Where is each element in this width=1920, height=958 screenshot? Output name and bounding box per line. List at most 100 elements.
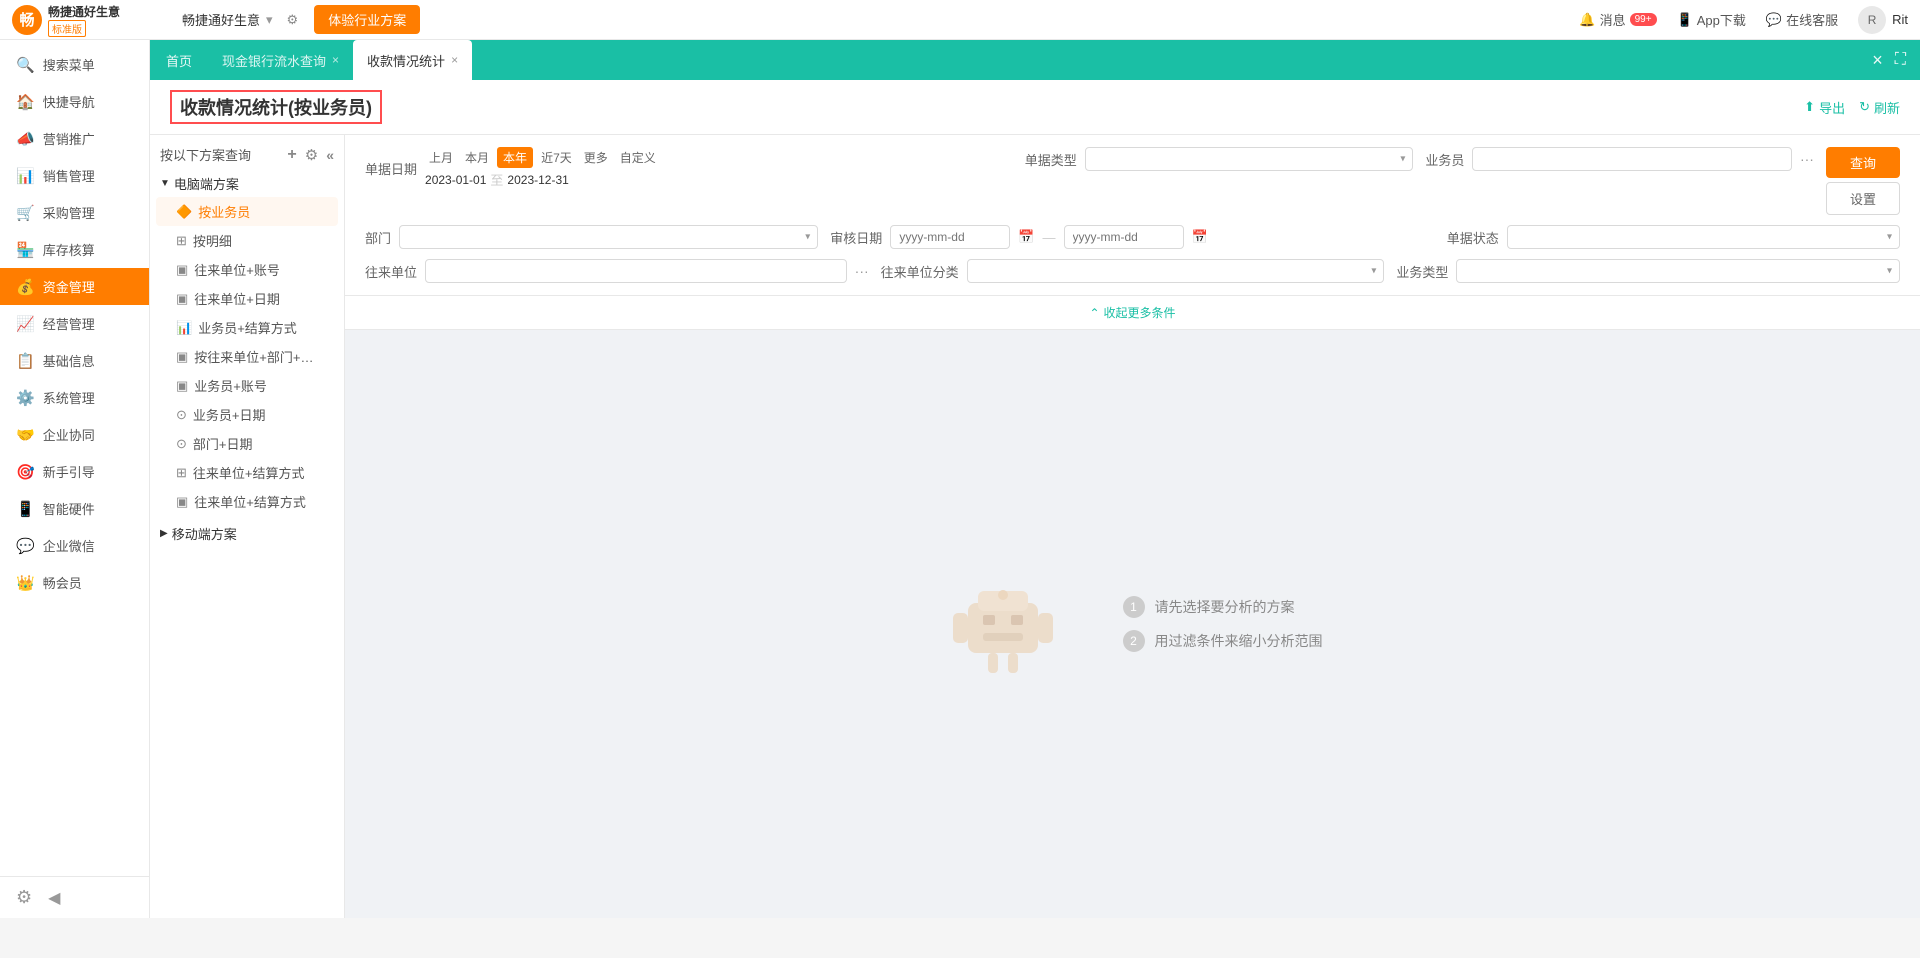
sidebar-item-hardware[interactable]: 📱 智能硬件 [0, 490, 149, 527]
scheme-group-mobile-header[interactable]: ▶ 移动端方案 [156, 520, 338, 547]
date-tab-custom[interactable]: 自定义 [616, 147, 660, 168]
doc-status-select[interactable] [1507, 225, 1900, 249]
scheme-item-salesperson[interactable]: 🔶 按业务员 [156, 197, 338, 226]
sidebar-item-sales[interactable]: 📊 销售管理 [0, 157, 149, 194]
add-scheme-icon[interactable]: + [287, 146, 296, 164]
sidebar-logo: 畅 畅捷通好生意 标准版 [12, 3, 162, 37]
date-tab-this-year[interactable]: 本年 [497, 147, 533, 168]
maximize-icon[interactable]: ⛶ [1895, 51, 1906, 69]
scheme-group-desktop-header[interactable]: ▼ 电脑端方案 [156, 170, 338, 197]
notification-icon: 🔔 [1579, 12, 1595, 28]
operations-icon: 📈 [16, 315, 35, 333]
dept-label: 部门 [365, 228, 391, 247]
sidebar-item-finance[interactable]: 💰 资金管理 [0, 268, 149, 305]
calendar-to-icon[interactable]: 📅 [1192, 229, 1208, 245]
date-from-value: 2023-01-01 [425, 173, 486, 187]
date-tab-7days[interactable]: 近7天 [537, 147, 576, 168]
counterpart-label: 往来单位 [365, 262, 417, 281]
trial-button[interactable]: 体验行业方案 [314, 5, 420, 34]
sidebar-item-guide[interactable]: 🎯 新手引导 [0, 453, 149, 490]
user-name: Rit [1892, 12, 1908, 27]
counterpart-input[interactable] [425, 259, 847, 283]
scheme-item-salesperson-date[interactable]: ⊙ 业务员+日期 [156, 400, 338, 429]
export-btn[interactable]: ⬆ 导出 [1804, 98, 1845, 117]
doc-status-label: 单据状态 [1447, 228, 1499, 247]
scheme-item-counterpart-date[interactable]: ▣ 往来单位+日期 [156, 284, 338, 313]
settings-button[interactable]: 设置 [1826, 182, 1900, 215]
logo-icon: 畅 [12, 5, 42, 35]
app-download-btn[interactable]: 📱 App下载 [1677, 10, 1746, 29]
scheme-item-counterpart-settle1[interactable]: ⊞ 往来单位+结算方式 [156, 458, 338, 487]
sidebar-item-collab[interactable]: 🤝 企业协同 [0, 416, 149, 453]
app-download-label: App下载 [1697, 10, 1746, 29]
review-date-to[interactable] [1064, 225, 1184, 249]
mobile-expand-icon: ▶ [160, 528, 168, 539]
collapse-filter-btn[interactable]: ⌃ 收起更多条件 [345, 296, 1920, 330]
notification-label: 消息 [1600, 10, 1626, 29]
date-label: 单据日期 [365, 159, 417, 178]
detail-icon: ⊞ [176, 233, 187, 249]
settings-icon[interactable]: ⚙ [287, 12, 299, 28]
review-date-from[interactable] [890, 225, 1010, 249]
salesperson-icon: 🔶 [176, 204, 192, 220]
guide-icon: 🎯 [16, 463, 35, 481]
scheme-item-counterpart-dept[interactable]: ▣ 按往来单位+部门+收... [156, 342, 338, 371]
salesperson-more-icon[interactable]: ··· [1800, 151, 1814, 167]
tab-home[interactable]: 首页 [150, 40, 208, 80]
sidebar-bottom: ⚙ ◀ [0, 876, 149, 918]
tab-bank-flow-close[interactable]: × [332, 53, 339, 67]
tab-bank-flow[interactable]: 现金银行流水查询 × [208, 40, 353, 80]
workspace-dropdown-icon[interactable]: ▾ [266, 12, 273, 28]
sidebar-item-wecom[interactable]: 💬 企业微信 [0, 527, 149, 564]
business-type-select[interactable] [1456, 259, 1900, 283]
tip-2-text: 用过滤条件来缩小分析范围 [1155, 631, 1323, 651]
scheme-settings-icon[interactable]: ⚙ [305, 146, 318, 164]
counterpart-more-icon[interactable]: ··· [855, 263, 869, 279]
date-tab-more[interactable]: 更多 [580, 147, 612, 168]
empty-state: 1 请先选择要分析的方案 2 用过滤条件来缩小分析范围 [345, 330, 1920, 918]
salesperson-date-icon: ⊙ [176, 407, 187, 423]
query-button[interactable]: 查询 [1826, 147, 1900, 178]
dept-select[interactable] [399, 225, 818, 249]
expand-icon: ▼ [160, 178, 170, 189]
sidebar-item-operations[interactable]: 📈 经营管理 [0, 305, 149, 342]
settings-bottom-icon[interactable]: ⚙ [16, 887, 32, 908]
sidebar-item-marketing[interactable]: 📣 营销推广 [0, 120, 149, 157]
sidebar-item-quicknav[interactable]: 🏠 快捷导航 [0, 83, 149, 120]
calendar-from-icon[interactable]: 📅 [1018, 229, 1034, 245]
close-tab-icon[interactable]: × [1872, 50, 1883, 71]
counterpart-classify-select[interactable] [967, 259, 1385, 283]
hardware-icon: 📱 [16, 500, 35, 518]
collapse-sidebar-icon[interactable]: ◀ [48, 888, 60, 908]
tab-payment-stats[interactable]: 收款情况统计 × [353, 40, 472, 80]
sidebar-item-purchase[interactable]: 🛒 采购管理 [0, 194, 149, 231]
scheme-item-detail[interactable]: ⊞ 按明细 [156, 226, 338, 255]
sidebar-item-system[interactable]: ⚙️ 系统管理 [0, 379, 149, 416]
scheme-item-counterpart-account[interactable]: ▣ 往来单位+账号 [156, 255, 338, 284]
scheme-item-salesperson-settlement[interactable]: 📊 业务员+结算方式 [156, 313, 338, 342]
refresh-btn[interactable]: ↻ 刷新 [1859, 98, 1900, 117]
user-avatar[interactable]: R Rit [1858, 6, 1908, 34]
scheme-item-counterpart-settle2[interactable]: ▣ 往来单位+结算方式 [156, 487, 338, 516]
sidebar-item-member[interactable]: 👑 畅会员 [0, 564, 149, 601]
doc-type-select[interactable] [1085, 147, 1414, 171]
collapse-panel-icon[interactable]: « [326, 147, 334, 163]
salesperson-input[interactable] [1472, 147, 1792, 171]
salesperson-label: 业务员 [1425, 150, 1464, 169]
date-tab-last-month[interactable]: 上月 [425, 147, 457, 168]
sidebar-item-inventory[interactable]: 🏪 库存核算 [0, 231, 149, 268]
sidebar-item-basicinfo[interactable]: 📋 基础信息 [0, 342, 149, 379]
date-tab-this-month[interactable]: 本月 [461, 147, 493, 168]
page-header: 收款情况统计(按业务员) ⬆ 导出 ↻ 刷新 [150, 80, 1920, 135]
counterpart-classify-label: 往来单位分类 [881, 262, 959, 281]
business-type-label: 业务类型 [1396, 262, 1448, 281]
search-icon: 🔍 [16, 56, 35, 74]
sidebar-item-search[interactable]: 🔍 搜索菜单 [0, 46, 149, 83]
counterpart-date-icon: ▣ [176, 291, 188, 307]
tab-payment-stats-close[interactable]: × [451, 53, 458, 67]
scheme-item-dept-date[interactable]: ⊙ 部门+日期 [156, 429, 338, 458]
notification-btn[interactable]: 🔔 消息 99+ [1579, 10, 1656, 29]
tab-bar: 首页 现金银行流水查询 × 收款情况统计 × × ⛶ [150, 40, 1920, 80]
customer-service-btn[interactable]: 💬 在线客服 [1766, 10, 1838, 29]
scheme-item-salesperson-account[interactable]: ▣ 业务员+账号 [156, 371, 338, 400]
